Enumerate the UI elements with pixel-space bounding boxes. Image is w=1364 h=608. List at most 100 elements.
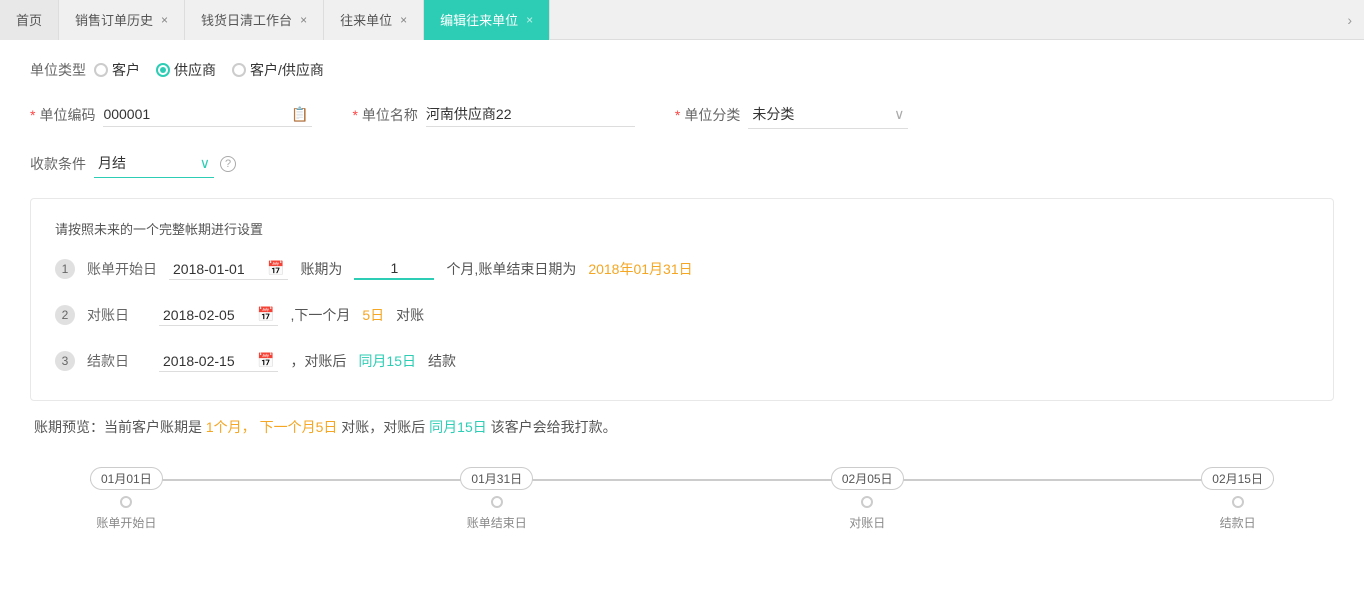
preview-label: 账期预览：当前客户账期是 bbox=[34, 419, 202, 435]
unit-type-radio-group: 客户 供应商 客户/供应商 bbox=[94, 60, 324, 80]
close-sales-history[interactable]: × bbox=[161, 13, 168, 27]
payment-terms-value: 月结 bbox=[98, 153, 126, 173]
radio-circle-supplier bbox=[156, 63, 170, 77]
unit-type-row: 单位类型 客户 供应商 客户/供应商 bbox=[30, 60, 1334, 80]
period-prefix-3: ，对账后 bbox=[290, 351, 346, 371]
radio-circle-both bbox=[232, 63, 246, 77]
close-edit-partner[interactable]: × bbox=[526, 13, 533, 27]
unit-name-input-wrap bbox=[426, 102, 635, 127]
page-content: 单位类型 客户 供应商 客户/供应商 * 单位编码 📋 bbox=[0, 40, 1364, 608]
calendar-icon-2[interactable]: 📅 bbox=[257, 306, 274, 323]
tab-home[interactable]: 首页 bbox=[0, 0, 59, 40]
payment-terms-label: 收款条件 bbox=[30, 154, 86, 174]
payment-terms-row: 收款条件 月结 ∨ ? bbox=[30, 149, 1334, 178]
radio-label-both: 客户/供应商 bbox=[250, 60, 324, 80]
timeline-label-3: 结款日 bbox=[1220, 514, 1256, 531]
timeline-dot-3 bbox=[1232, 496, 1244, 508]
unit-code-input-wrap: 📋 bbox=[103, 102, 312, 127]
period-highlight-date-1: 2018年01月31日 bbox=[588, 259, 692, 279]
period-suffix-label-1: 账期为 bbox=[300, 259, 342, 279]
timeline: 01月01日 账单开始日 01月31日 账单结束日 02月05日 对账日 02月… bbox=[30, 457, 1334, 541]
timeline-label-0: 账单开始日 bbox=[96, 514, 156, 531]
calendar-icon-1[interactable]: 📅 bbox=[267, 260, 284, 277]
period-date-1: 📅 bbox=[169, 258, 288, 280]
period-box: 请按照未来的一个完整帐期进行设置 1 账单开始日 📅 账期为 个月,账单结束日期… bbox=[30, 198, 1334, 401]
period-label-3: 结款日 bbox=[87, 351, 147, 371]
tab-cashflow[interactable]: 钱货日清工作台 × bbox=[185, 0, 324, 40]
period-label-1: 账单开始日 bbox=[87, 259, 157, 279]
period-date-input-1[interactable] bbox=[173, 261, 263, 277]
payment-terms-help[interactable]: ? bbox=[220, 156, 236, 172]
close-partners[interactable]: × bbox=[400, 13, 407, 27]
tab-more-button[interactable]: › bbox=[1335, 0, 1364, 40]
unit-type-label: 单位类型 bbox=[30, 60, 86, 80]
period-after-2: 对账 bbox=[396, 305, 424, 325]
radio-label-supplier: 供应商 bbox=[174, 60, 216, 80]
preview-part2: 下一个月5日 bbox=[260, 419, 338, 435]
timeline-point-0: 01月01日 账单开始日 bbox=[90, 467, 163, 531]
preview-part3: 同月15日 bbox=[429, 419, 487, 435]
unit-category-arrow: ∨ bbox=[894, 106, 904, 123]
timeline-point-2: 02月05日 对账日 bbox=[831, 467, 904, 531]
unit-code-group: * 单位编码 📋 bbox=[30, 102, 312, 127]
timeline-label-1: 账单结束日 bbox=[467, 514, 527, 531]
close-cashflow[interactable]: × bbox=[300, 13, 307, 27]
period-num-2: 2 bbox=[55, 305, 75, 325]
timeline-dot-0 bbox=[120, 496, 132, 508]
period-row-3: 3 结款日 📅 ，对账后同月15日 结款 bbox=[55, 350, 1309, 372]
timeline-points: 01月01日 账单开始日 01月31日 账单结束日 02月05日 对账日 02月… bbox=[90, 467, 1274, 531]
payment-terms-select[interactable]: 月结 ∨ bbox=[94, 149, 214, 178]
timeline-badge-1: 01月31日 bbox=[460, 467, 533, 490]
period-date-input-2[interactable] bbox=[163, 307, 253, 323]
unit-name-input[interactable] bbox=[426, 102, 635, 127]
unit-code-icon[interactable]: 📋 bbox=[291, 106, 308, 123]
preview-end: 该客户会给我打款。 bbox=[491, 419, 617, 435]
period-highlight-3: 同月15日 bbox=[358, 351, 416, 371]
period-box-title: 请按照未来的一个完整帐期进行设置 bbox=[55, 219, 1309, 238]
period-highlight-2: 5日 bbox=[362, 305, 384, 325]
period-date-input-3[interactable] bbox=[163, 353, 253, 369]
preview-text: 账期预览：当前客户账期是 1个月， 下一个月5日 对账，对账后 同月15日 该客… bbox=[30, 417, 1334, 437]
timeline-badge-0: 01月01日 bbox=[90, 467, 163, 490]
unit-category-group: * 单位分类 未分类 ∨ bbox=[675, 100, 908, 129]
tab-bar: 首页 销售订单历史 × 钱货日清工作台 × 往来单位 × 编辑往来单位 × › bbox=[0, 0, 1364, 40]
period-unit-text-1: 个月,账单结束日期为 bbox=[446, 259, 576, 279]
timeline-dot-1 bbox=[491, 496, 503, 508]
period-date-3: 📅 bbox=[159, 350, 278, 372]
period-num-3: 3 bbox=[55, 351, 75, 371]
period-row-1: 1 账单开始日 📅 账期为 个月,账单结束日期为 2018年01月31日 bbox=[55, 258, 1309, 280]
tab-partners[interactable]: 往来单位 × bbox=[324, 0, 424, 40]
period-num-1: 1 bbox=[55, 259, 75, 279]
period-row-2: 2 对账日 📅 ,下一个月 5日 对账 bbox=[55, 304, 1309, 326]
timeline-badge-2: 02月05日 bbox=[831, 467, 904, 490]
timeline-point-3: 02月15日 结款日 bbox=[1201, 467, 1274, 531]
unit-code-input[interactable] bbox=[103, 102, 312, 127]
timeline-label-2: 对账日 bbox=[849, 514, 885, 531]
timeline-badge-3: 02月15日 bbox=[1201, 467, 1274, 490]
radio-customer[interactable]: 客户 bbox=[94, 60, 140, 80]
unit-info-row: * 单位编码 📋 * 单位名称 * 单位分类 未分类 ∨ bbox=[30, 100, 1334, 129]
timeline-point-1: 01月31日 账单结束日 bbox=[460, 467, 533, 531]
timeline-dot-2 bbox=[861, 496, 873, 508]
period-label-2: 对账日 bbox=[87, 305, 147, 325]
unit-name-group: * 单位名称 bbox=[352, 102, 634, 127]
calendar-icon-3[interactable]: 📅 bbox=[257, 352, 274, 369]
preview-middle: 对账，对账后 bbox=[341, 419, 425, 435]
period-prefix-2: ,下一个月 bbox=[290, 305, 350, 325]
tab-edit-partner[interactable]: 编辑往来单位 × bbox=[424, 0, 550, 40]
unit-category-value: 未分类 bbox=[752, 104, 794, 124]
period-months-input[interactable] bbox=[354, 258, 434, 280]
period-date-2: 📅 bbox=[159, 304, 278, 326]
period-after-3: 结款 bbox=[428, 351, 456, 371]
unit-name-label: 单位名称 bbox=[362, 105, 418, 125]
unit-category-select[interactable]: 未分类 ∨ bbox=[748, 100, 908, 129]
unit-category-label: 单位分类 bbox=[684, 105, 740, 125]
radio-supplier[interactable]: 供应商 bbox=[156, 60, 216, 80]
radio-label-customer: 客户 bbox=[112, 60, 140, 80]
unit-code-label: 单位编码 bbox=[39, 105, 95, 125]
radio-both[interactable]: 客户/供应商 bbox=[232, 60, 324, 80]
radio-circle-customer bbox=[94, 63, 108, 77]
payment-terms-arrow: ∨ bbox=[200, 155, 210, 172]
tab-sales-history[interactable]: 销售订单历史 × bbox=[59, 0, 185, 40]
preview-part1: 1个月， bbox=[206, 419, 256, 435]
